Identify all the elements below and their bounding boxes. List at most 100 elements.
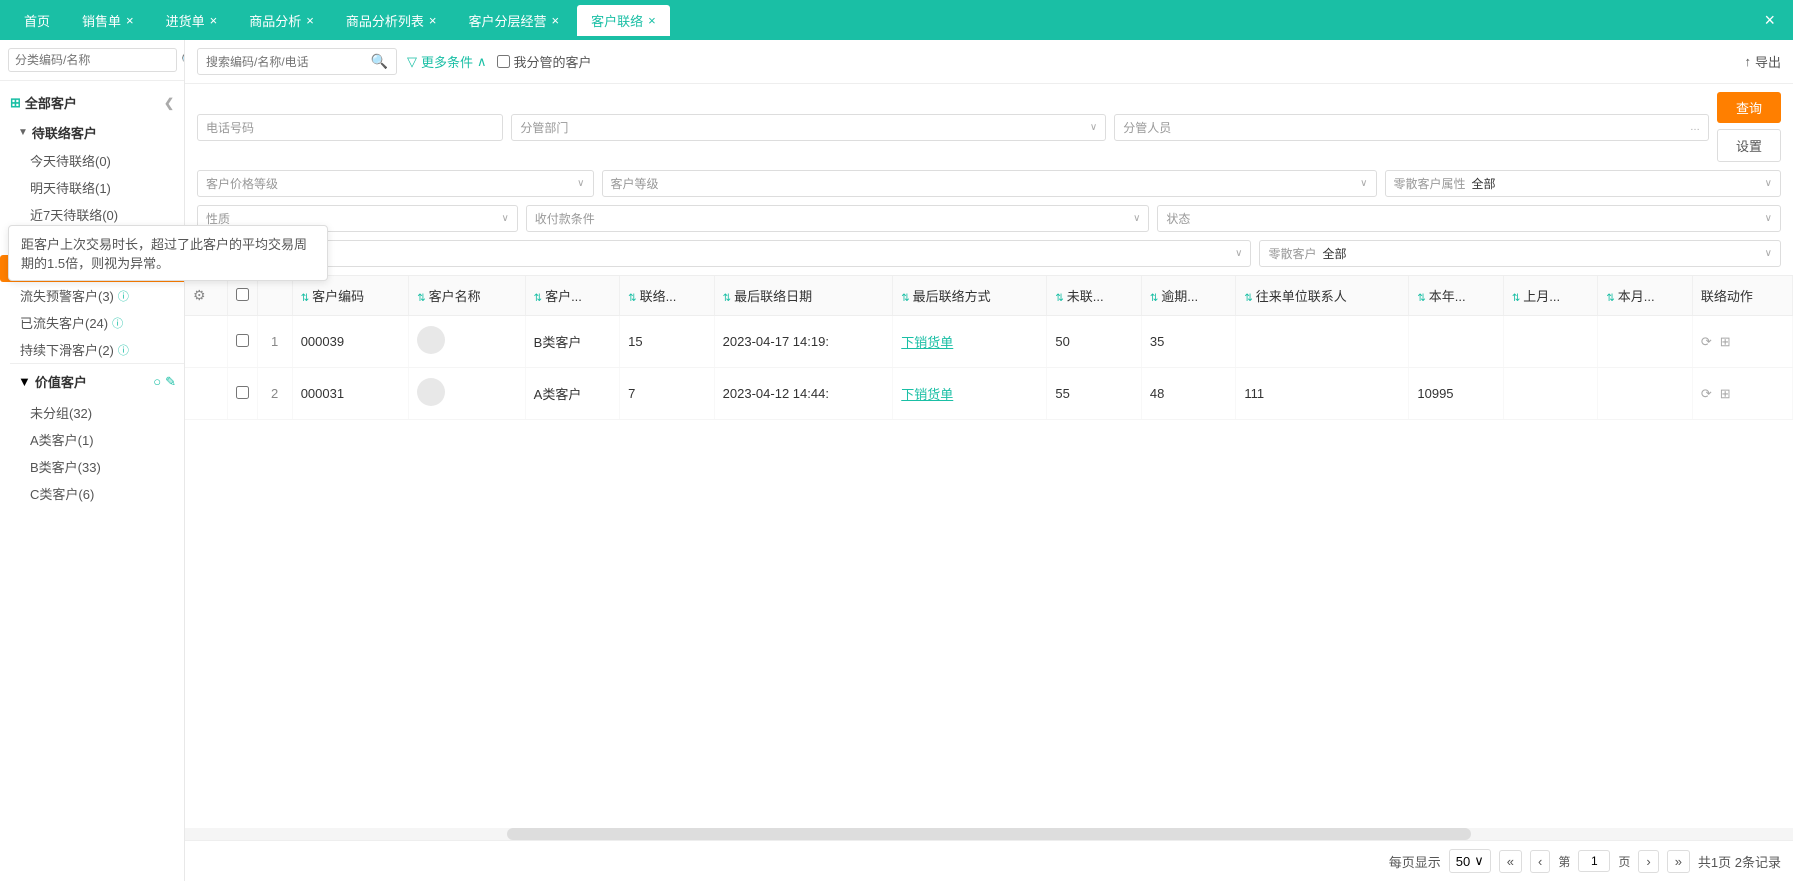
- close-all-button[interactable]: ×: [1756, 10, 1783, 31]
- sidebar-item-a-class[interactable]: A类客户(1): [10, 426, 184, 453]
- edit-value-icon[interactable]: ○: [153, 374, 161, 390]
- col-actions: 联络动作: [1692, 276, 1792, 316]
- page-number-input[interactable]: [1578, 850, 1610, 872]
- row-settings-cell: [185, 316, 227, 368]
- more-conditions-button[interactable]: ▽ 更多条件 ∧: [407, 52, 487, 71]
- col-name[interactable]: ⇅客户名称: [409, 276, 525, 316]
- status-field[interactable]: 状态 ∨: [1157, 205, 1781, 232]
- row-checkbox-0[interactable]: [236, 334, 249, 347]
- my-customer-checkbox[interactable]: 我分管的客户: [497, 52, 592, 71]
- nav-tab-purchase[interactable]: 进货单 ×: [152, 5, 232, 36]
- close-sales-tab[interactable]: ×: [126, 13, 134, 28]
- sidebar-item-churn-warning[interactable]: 流失预警客户(3) ⓘ: [0, 282, 184, 309]
- retail-customer-field[interactable]: 零散客户 全部 ∨: [1259, 240, 1781, 267]
- all-customers-header[interactable]: ⊞ 全部客户 ❮: [0, 87, 184, 118]
- page-prev-button[interactable]: ‹: [1530, 850, 1550, 873]
- main-search-field[interactable]: 🔍: [197, 48, 397, 75]
- phone-field[interactable]: 电话号码: [197, 114, 503, 141]
- row-checkbox-1[interactable]: [236, 386, 249, 399]
- col-last-date-label: 最后联络日期: [734, 289, 812, 304]
- nav-tab-analysis-list[interactable]: 商品分析列表 ×: [332, 5, 451, 36]
- sidebar-item-tomorrow[interactable]: 明天待联络(1): [10, 174, 184, 201]
- col-overdue[interactable]: ⇅逾期...: [1141, 276, 1236, 316]
- sidebar-item-ungroued[interactable]: 未分组(32): [10, 399, 184, 426]
- col-unit-contact[interactable]: ⇅往来单位联系人: [1236, 276, 1409, 316]
- per-page-select[interactable]: 50 ∨: [1449, 849, 1491, 873]
- price-grade-field[interactable]: 客户价格等级 ∨: [197, 170, 594, 197]
- pending-contact-title[interactable]: ▼ 待联络客户: [10, 118, 184, 147]
- select-all-checkbox[interactable]: [236, 288, 249, 301]
- col-code[interactable]: ⇅客户编码: [292, 276, 408, 316]
- col-type[interactable]: ⇅客户...: [525, 276, 620, 316]
- more-cond-arrow: ∧: [477, 54, 487, 70]
- row-last-method-cell[interactable]: 下销货单: [893, 368, 1047, 420]
- action-menu-icon[interactable]: ⊞: [1720, 386, 1731, 402]
- sidebar-item-7days[interactable]: 近7天待联络(0): [10, 201, 184, 228]
- col-this-month[interactable]: ⇅本月...: [1598, 276, 1693, 316]
- last-method-link[interactable]: 下销货单: [901, 335, 953, 350]
- close-customer-contact-tab[interactable]: ×: [648, 13, 656, 28]
- col-uncontacted[interactable]: ⇅未联...: [1047, 276, 1142, 316]
- nav-tab-sales[interactable]: 销售单 ×: [68, 5, 148, 36]
- close-analysis-tab[interactable]: ×: [306, 13, 314, 28]
- main-search-icon[interactable]: 🔍: [371, 53, 388, 70]
- nav-tab-customer-segment[interactable]: 客户分层经营 ×: [454, 5, 573, 36]
- settings-button[interactable]: 设置: [1717, 129, 1781, 162]
- horizontal-scrollbar[interactable]: [185, 828, 1793, 840]
- sidebar-search-input[interactable]: [8, 48, 177, 72]
- settings-value-icon[interactable]: ✎: [165, 374, 176, 390]
- sort-last-month-icon: ⇅: [1512, 293, 1520, 304]
- pagination-bar: 每页显示 50 ∨ « ‹ 第 页 › » 共1页 2条记录: [185, 840, 1793, 881]
- close-analysis-list-tab[interactable]: ×: [429, 13, 437, 28]
- action-link-icon[interactable]: ⟳: [1701, 334, 1712, 350]
- c-class-label: C类客户(6): [30, 484, 94, 503]
- sidebar-item-c-class[interactable]: C类客户(6): [10, 480, 184, 507]
- col-name-label: 客户名称: [429, 289, 481, 304]
- payment-field[interactable]: 收付款条件 ∨: [526, 205, 1150, 232]
- nav-tab-home[interactable]: 首页: [10, 5, 64, 36]
- col-this-year[interactable]: ⇅本年...: [1409, 276, 1504, 316]
- sidebar-item-churned[interactable]: 已流失客户(24) ⓘ: [0, 309, 184, 336]
- close-customer-segment-tab[interactable]: ×: [551, 13, 559, 28]
- row-last-month-cell: [1503, 368, 1598, 420]
- export-label: 导出: [1755, 52, 1781, 71]
- page-next-button[interactable]: ›: [1638, 850, 1658, 873]
- close-purchase-tab[interactable]: ×: [210, 13, 218, 28]
- row-actions-cell: ⟳ ⊞: [1692, 368, 1792, 420]
- sidebar-item-today[interactable]: 今天待联络(0): [10, 147, 184, 174]
- col-contact[interactable]: ⇅联络...: [620, 276, 715, 316]
- query-button[interactable]: 查询: [1717, 92, 1781, 123]
- col-last-date[interactable]: ⇅最后联络日期: [714, 276, 893, 316]
- page-last-button[interactable]: »: [1667, 850, 1690, 873]
- sidebar-item-declining[interactable]: 持续下滑客户(2) ⓘ: [0, 336, 184, 363]
- dept-field[interactable]: 分管部门 ∨: [511, 114, 1106, 141]
- action-menu-icon[interactable]: ⊞: [1720, 334, 1731, 350]
- export-button[interactable]: ↑ 导出: [1744, 52, 1781, 71]
- collapse-icon[interactable]: ❮: [164, 96, 174, 110]
- last-method-link[interactable]: 下销货单: [901, 387, 953, 402]
- person-field[interactable]: 分管人员 …: [1114, 114, 1709, 141]
- row-uncontacted-cell: 50: [1047, 316, 1142, 368]
- main-search-input[interactable]: [206, 55, 365, 69]
- value-customer-header: ▼ 价值客户 ○ ✎: [10, 363, 184, 399]
- scrollbar-thumb[interactable]: [507, 828, 1472, 840]
- nav-tab-analysis[interactable]: 商品分析 ×: [235, 5, 328, 36]
- col-settings[interactable]: ⚙: [185, 276, 227, 316]
- nav-tab-customer-contact[interactable]: 客户联络 ×: [577, 5, 670, 36]
- page-first-button[interactable]: «: [1499, 850, 1522, 873]
- retail-attr-field[interactable]: 零散客户属性 全部 ∨: [1385, 170, 1782, 197]
- row-checkbox-cell[interactable]: [227, 316, 257, 368]
- row-this-month-cell: [1598, 368, 1693, 420]
- col-last-month[interactable]: ⇅上月...: [1503, 276, 1598, 316]
- col-settings-icon[interactable]: ⚙: [193, 287, 206, 303]
- my-customer-check-input[interactable]: [497, 55, 510, 68]
- row-last-method-cell[interactable]: 下销货单: [893, 316, 1047, 368]
- action-link-icon[interactable]: ⟳: [1701, 386, 1712, 402]
- customer-type-field[interactable]: 客户类型 ∨: [226, 240, 1251, 267]
- row-checkbox-cell[interactable]: [227, 368, 257, 420]
- grade-field[interactable]: 客户等级 ∨: [602, 170, 1377, 197]
- col-type-label: 客户...: [545, 289, 582, 304]
- col-last-method[interactable]: ⇅最后联络方式: [893, 276, 1047, 316]
- sidebar-item-b-class[interactable]: B类客户(33): [10, 453, 184, 480]
- avatar: [417, 326, 445, 354]
